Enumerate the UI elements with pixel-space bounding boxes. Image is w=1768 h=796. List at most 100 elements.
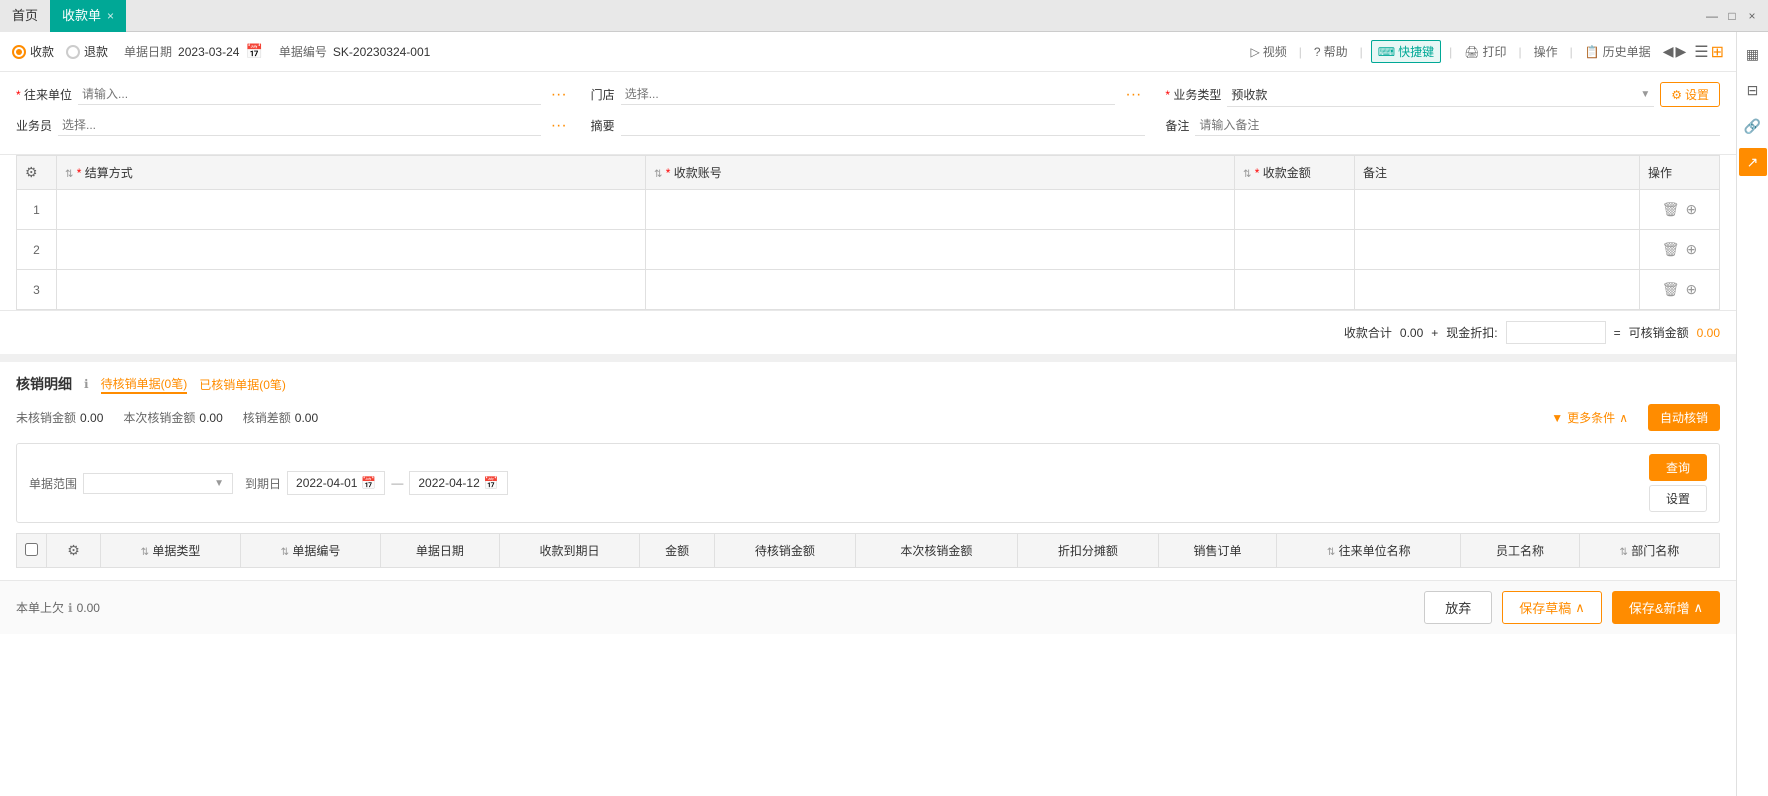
active-tab-label: 收款单: [62, 0, 101, 32]
tab-shoukuan[interactable]: 收款单 ×: [50, 0, 126, 32]
calendar-to-icon[interactable]: 📅: [484, 476, 499, 490]
col-sales-header: 销售订单: [1158, 534, 1277, 568]
col-operation-header: 操作: [1640, 156, 1720, 190]
row1-copy-icon[interactable]: ⊕: [1686, 201, 1698, 218]
calendar-from-icon[interactable]: 📅: [361, 476, 376, 490]
history-button[interactable]: 📋 历史单据: [1581, 41, 1655, 62]
summary-input[interactable]: [621, 115, 1146, 136]
settings-button[interactable]: ⚙ 设置: [1660, 82, 1720, 107]
row1-account[interactable]: [646, 190, 1235, 230]
save-new-button[interactable]: 保存&新增 ∧: [1612, 591, 1720, 624]
query-button[interactable]: 查询: [1649, 454, 1707, 481]
info-circle-icon[interactable]: ℹ: [68, 601, 73, 615]
date-from-input[interactable]: 2022-04-01 📅: [287, 471, 385, 495]
row3-amount[interactable]: [1235, 270, 1355, 310]
row2-settlement[interactable]: [57, 230, 646, 270]
radio-tuikuan-dot: [66, 45, 80, 59]
range-filter: 单据范围 ▼: [29, 473, 233, 494]
sidebar-expand-icon[interactable]: ↗: [1739, 148, 1767, 176]
nav-prev-icon[interactable]: ◀: [1663, 43, 1674, 60]
close-button[interactable]: ×: [1744, 8, 1760, 24]
shop-more-icon[interactable]: ···: [1121, 86, 1145, 104]
row2-delete-icon[interactable]: 🗑: [1662, 241, 1680, 258]
more-conditions-button[interactable]: ▼ 更多条件 ∧: [1551, 409, 1628, 426]
row1-amount[interactable]: [1235, 190, 1355, 230]
grid-view-icon[interactable]: ⊞: [1711, 42, 1724, 62]
abandon-button[interactable]: 放弃: [1424, 591, 1492, 624]
col-due-header: 收款到期日: [499, 534, 640, 568]
help-icon: ?: [1314, 45, 1321, 59]
operation-button[interactable]: 操作: [1530, 41, 1562, 62]
row3-settlement[interactable]: [57, 270, 646, 310]
radio-shoukuan[interactable]: 收款: [12, 43, 54, 60]
biz-type-select[interactable]: 预收款 ▼: [1227, 83, 1654, 107]
print-icon: 🖨: [1464, 45, 1479, 59]
row3-copy-icon[interactable]: ⊕: [1686, 281, 1698, 298]
filter-row: 单据范围 ▼ 到期日 2022-04-01 📅 — 2022-04-12: [16, 443, 1720, 523]
auto-writeoff-button[interactable]: 自动核销: [1648, 404, 1720, 431]
row2-amount[interactable]: [1235, 230, 1355, 270]
row2-account[interactable]: [646, 230, 1235, 270]
this-time-stat: 本次核销金额 0.00: [123, 409, 222, 426]
col-pending-header: 待核销金额: [715, 534, 856, 568]
tab-close-icon[interactable]: ×: [107, 0, 114, 32]
tab-done[interactable]: 已核销单据(0笔): [199, 376, 286, 393]
print-button[interactable]: 🖨 打印: [1460, 41, 1510, 62]
unchecked-label: 未核销金额: [16, 409, 76, 426]
discount-input[interactable]: [1506, 321, 1606, 344]
partner-field: * 往来单位 ···: [16, 84, 571, 105]
form-row-2: 业务员 ··· 摘要 备注: [16, 115, 1720, 136]
amount-sort-icon[interactable]: ⇅: [1243, 169, 1251, 180]
video-button[interactable]: ▷ 视频: [1247, 41, 1291, 62]
sidebar-table-icon[interactable]: ▦: [1739, 40, 1767, 68]
row2-copy-icon[interactable]: ⊕: [1686, 241, 1698, 258]
filter-settings-button[interactable]: 设置: [1649, 485, 1707, 512]
staff-more-icon[interactable]: ···: [547, 117, 571, 135]
minimize-button[interactable]: —: [1704, 8, 1720, 24]
account-sort-icon[interactable]: ⇅: [654, 169, 662, 180]
tab-pending[interactable]: 待核销单据(0笔): [101, 375, 188, 394]
help-button[interactable]: ? 帮助: [1310, 41, 1352, 62]
save-draft-button[interactable]: 保存草稿 ∧: [1502, 591, 1602, 624]
row2-note[interactable]: [1355, 230, 1640, 270]
tab-home[interactable]: 首页: [0, 0, 50, 32]
row3-account[interactable]: [646, 270, 1235, 310]
date-field: 单据日期 2023-03-24 📅: [124, 43, 263, 60]
this-order-value: 0.00: [77, 601, 100, 615]
sidebar-link-icon[interactable]: 🔗: [1739, 112, 1767, 140]
row1-delete-icon[interactable]: 🗑: [1662, 201, 1680, 218]
row1-note[interactable]: [1355, 190, 1640, 230]
range-select[interactable]: ▼: [83, 473, 233, 494]
row1-settlement[interactable]: [57, 190, 646, 230]
bottom-table-gear-icon[interactable]: ⚙: [67, 542, 80, 558]
staff-input[interactable]: [58, 115, 541, 136]
table-gear-icon[interactable]: ⚙: [25, 164, 38, 180]
summary-field: 摘要: [591, 115, 1146, 136]
shortcut-button[interactable]: ⌨ 快捷键: [1371, 40, 1441, 63]
row3-delete-icon[interactable]: 🗑: [1662, 281, 1680, 298]
save-draft-label: 保存草稿: [1519, 598, 1571, 617]
col-partner-header: ⇅ 往来单位名称: [1277, 534, 1461, 568]
partner-more-icon[interactable]: ···: [547, 86, 571, 104]
writeoff-section: 核销明细 ℹ 待核销单据(0笔) 已核销单据(0笔) 未核销金额 0.00 本次…: [0, 354, 1736, 580]
sidebar-list-icon[interactable]: ⊟: [1739, 76, 1767, 104]
table-row: 2 🗑 ⊕: [17, 230, 1720, 270]
list-view-icon[interactable]: ☰: [1694, 42, 1708, 62]
writeoff-info-icon[interactable]: ℹ: [84, 377, 89, 391]
maximize-button[interactable]: □: [1724, 8, 1740, 24]
diff-label: 核销差额: [243, 409, 291, 426]
calendar-icon[interactable]: 📅: [245, 43, 262, 60]
row3-note[interactable]: [1355, 270, 1640, 310]
select-all-checkbox[interactable]: [25, 543, 38, 556]
divider2: |: [1360, 45, 1363, 59]
settlement-sort-icon[interactable]: ⇅: [65, 169, 73, 180]
nav-next-icon[interactable]: ▶: [1675, 43, 1686, 60]
radio-tuikuan[interactable]: 退款: [66, 43, 108, 60]
history-icon: 📋: [1585, 45, 1600, 59]
shop-input[interactable]: [621, 84, 1116, 105]
col-amount-header: ⇅ * 收款金额: [1235, 156, 1355, 190]
partner-input[interactable]: [78, 84, 541, 105]
note-input[interactable]: [1195, 115, 1720, 136]
date-to-input[interactable]: 2022-04-12 📅: [409, 471, 507, 495]
diff-stat: 核销差额 0.00: [243, 409, 318, 426]
